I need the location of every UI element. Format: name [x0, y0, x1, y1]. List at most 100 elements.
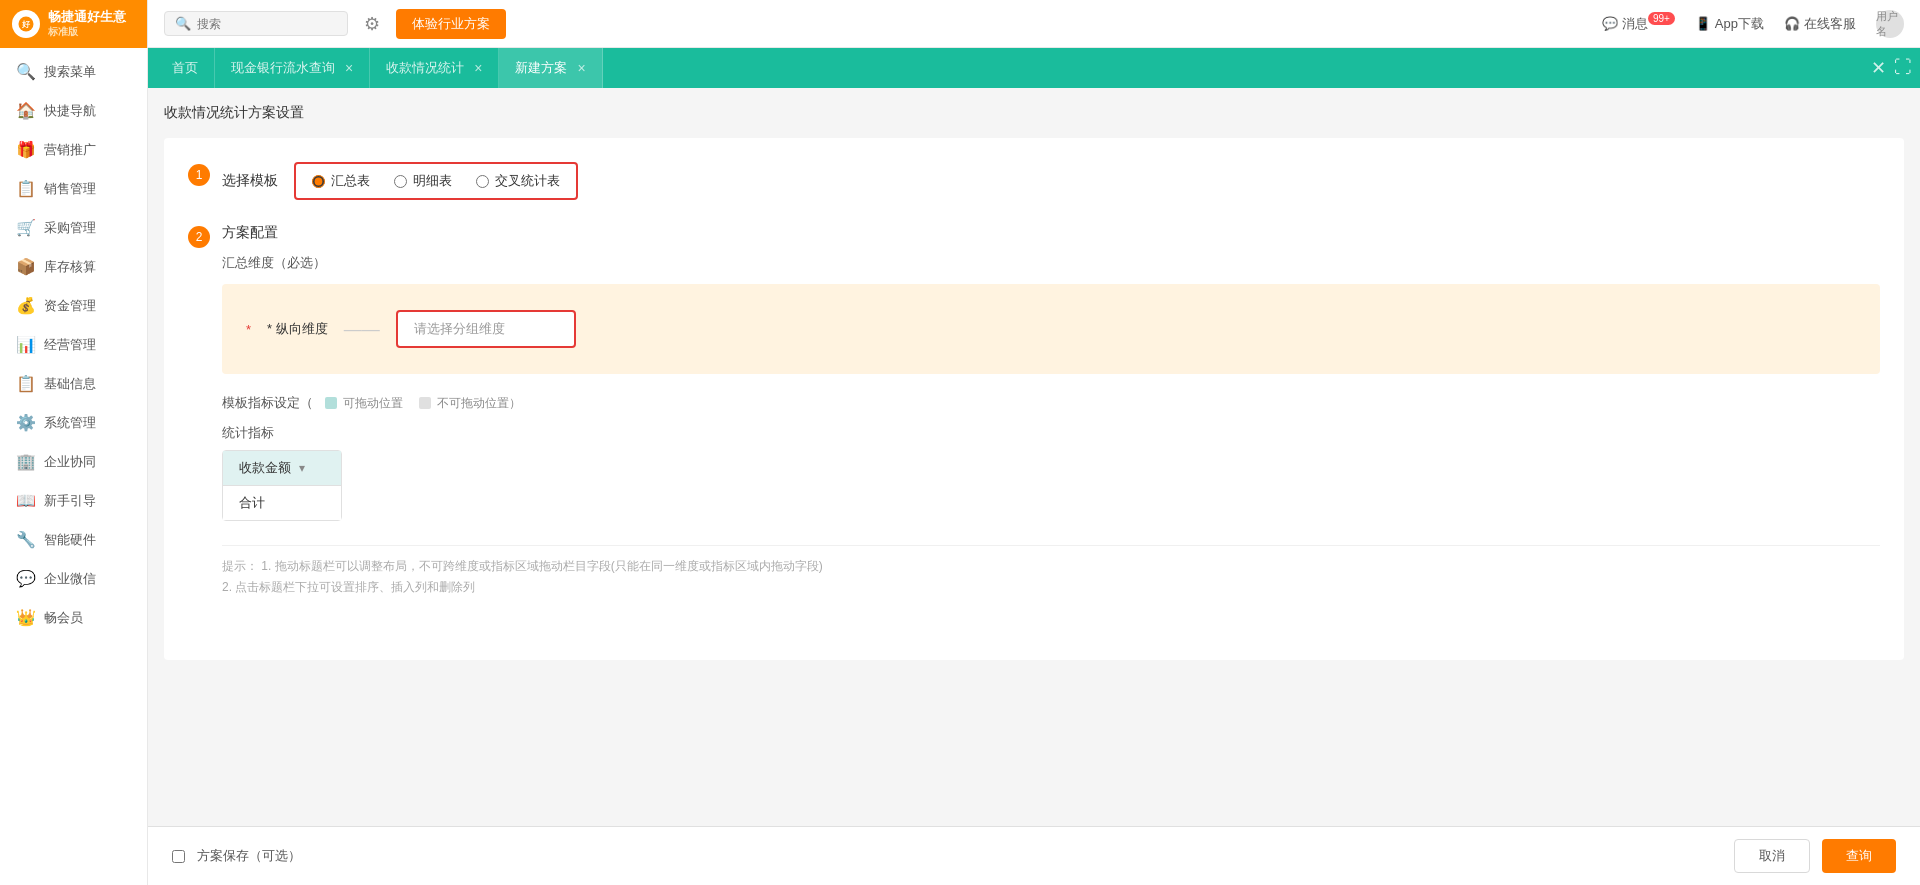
main-area: 🔍 ⚙ 体验行业方案 💬 消息 99+ 📱 App下载 🎧 在线客服 用户名 [148, 0, 1920, 885]
sidebar-item-member[interactable]: 👑 畅会员 [0, 598, 147, 637]
sidebar-icon-sales: 📋 [16, 179, 36, 198]
tab-bank-flow[interactable]: 现金银行流水查询× [215, 48, 370, 88]
sidebar-item-system[interactable]: ⚙️系统管理 [0, 403, 147, 442]
sidebar-label-member: 畅会员 [44, 609, 83, 627]
row-dimension-label: * 纵向维度 [267, 320, 328, 338]
dimension-placeholder: 请选择分组维度 [414, 321, 505, 336]
sidebar-nav: 🔍 搜索菜单 🏠 快捷导航 🎁 营销推广 📋 销售管理 🛒采购管理 📦 库存核算 💰资金管理 📊 经营管理… [0, 48, 147, 885]
sidebar-icon-inventory: 📦 [16, 257, 36, 276]
sidebar-label-basic-info: 基础信息 [44, 375, 96, 393]
tip-2: 2. 点击标题栏下拉可设置排序、插入列和删除列 [222, 579, 1880, 596]
metrics-table: 收款金额 ▾ 合计 [222, 450, 342, 521]
sidebar-icon-member: 👑 [16, 608, 36, 627]
sidebar-item-purchase[interactable]: 🛒采购管理 [0, 208, 147, 247]
tab-new-plan[interactable]: 新建方案 × [499, 48, 602, 88]
tab-label-home: 首页 [172, 59, 198, 77]
sidebar-item-smart-hw[interactable]: 🔧 智能硬件 [0, 520, 147, 559]
dimension-area: * * 纵向维度 —— 请选择分组维度 [222, 284, 1880, 374]
sidebar-label-purchase: 采购管理 [44, 219, 96, 237]
download-icon: 📱 [1695, 16, 1711, 31]
metrics-col-header[interactable]: 收款金额 ▾ [223, 451, 341, 486]
app-download-btn[interactable]: 📱 App下载 [1695, 15, 1764, 33]
tab-close-new-plan[interactable]: × [577, 60, 585, 76]
sidebar-label-system: 系统管理 [44, 414, 96, 432]
sidebar-label-search-menu: 搜索菜单 [44, 63, 96, 81]
user-avatar[interactable]: 用户名 [1876, 10, 1904, 38]
tips-section: 提示： 1. 拖动标题栏可以调整布局，不可跨维度或指标区域拖动栏目字段(只能在同… [222, 545, 1880, 612]
sidebar-icon-marketing: 🎁 [16, 140, 36, 159]
tabbar-actions: ✕⛶ [1871, 57, 1912, 79]
logo-icon: 好 [12, 10, 40, 38]
query-button[interactable]: 查询 [1822, 839, 1896, 873]
cancel-button[interactable]: 取消 [1734, 839, 1810, 873]
sidebar-icon-basic-info: 📋 [16, 374, 36, 393]
search-input[interactable] [197, 17, 337, 31]
tab-close-receivable-stats[interactable]: × [474, 60, 482, 76]
dimension-selector[interactable]: 请选择分组维度 [396, 310, 576, 348]
topbar-search-box[interactable]: 🔍 [164, 11, 348, 36]
sidebar-label-wechat: 企业微信 [44, 570, 96, 588]
sidebar-item-new-guide[interactable]: 📖新手引导 [0, 481, 147, 520]
tab-close-bank-flow[interactable]: × [345, 60, 353, 76]
tab-label-new-plan: 新建方案 [515, 59, 567, 77]
radio-detail[interactable]: 明细表 [394, 172, 452, 190]
sidebar-item-basic-info[interactable]: 📋 基础信息 [0, 364, 147, 403]
required-marker: * [246, 322, 251, 337]
tab-receivable-stats[interactable]: 收款情况统计 × [370, 48, 499, 88]
notification-badge: 99+ [1648, 12, 1675, 25]
tab-label-receivable-stats: 收款情况统计 [386, 59, 464, 77]
sidebar: 好 畅捷通好生意 标准版 🔍 搜索菜单 🏠 快捷导航 🎁 营销推广 📋 销售管理 🛒采购管理 📦 库… [0, 0, 148, 885]
radio-detail-label: 明细表 [413, 172, 452, 190]
step1: 1 选择模板 汇总表 明细表 [188, 162, 1880, 200]
sidebar-label-quick-nav: 快捷导航 [44, 102, 96, 120]
svg-text:好: 好 [21, 20, 31, 29]
metrics-config: 模板指标设定（ 可拖动位置 不可拖动位置） [222, 394, 1880, 521]
step1-num: 1 [188, 164, 210, 186]
sidebar-label-sales: 销售管理 [44, 180, 96, 198]
notification-btn[interactable]: 💬 消息 99+ [1602, 15, 1675, 33]
main-content: 收款情况统计方案设置 1 选择模板 汇总表 [148, 88, 1920, 826]
sidebar-item-enterprise[interactable]: 🏢企业协同 [0, 442, 147, 481]
industry-btn[interactable]: 体验行业方案 [396, 9, 506, 39]
tab-expand-icon[interactable]: ⛶ [1894, 57, 1912, 79]
sidebar-label-operations: 经营管理 [44, 336, 96, 354]
sidebar-label-marketing: 营销推广 [44, 141, 96, 159]
fixed-legend: 不可拖动位置） [419, 395, 521, 412]
support-icon: 🎧 [1784, 16, 1800, 31]
sidebar-icon-operations: 📊 [16, 335, 36, 354]
sidebar-label-inventory: 库存核算 [44, 258, 96, 276]
radio-cross[interactable]: 交叉统计表 [476, 172, 560, 190]
settings-icon[interactable]: ⚙ [364, 13, 380, 35]
metrics-setting-label: 模板指标设定（ [222, 394, 313, 412]
tab-close-all-icon[interactable]: ✕ [1871, 57, 1886, 79]
sidebar-item-marketing[interactable]: 🎁 营销推广 [0, 130, 147, 169]
notification-icon: 💬 [1602, 16, 1618, 31]
metrics-legend: 可拖动位置 不可拖动位置） [325, 395, 521, 412]
tab-home[interactable]: 首页 [156, 48, 215, 88]
sidebar-item-wechat[interactable]: 💬 企业微信 [0, 559, 147, 598]
sidebar-item-inventory[interactable]: 📦 库存核算 [0, 247, 147, 286]
save-checkbox[interactable] [172, 850, 185, 863]
radio-summary[interactable]: 汇总表 [312, 172, 370, 190]
sidebar-icon-quick-nav: 🏠 [16, 101, 36, 120]
template-radio-group: 汇总表 明细表 交叉统计表 [294, 162, 578, 200]
sidebar-label-smart-hw: 智能硬件 [44, 531, 96, 549]
sidebar-item-search-menu[interactable]: 🔍 搜索菜单 [0, 52, 147, 91]
sidebar-logo: 好 畅捷通好生意 标准版 [0, 0, 147, 48]
sidebar-item-finance[interactable]: 💰资金管理 [0, 286, 147, 325]
sidebar-icon-smart-hw: 🔧 [16, 530, 36, 549]
radio-summary-label: 汇总表 [331, 172, 370, 190]
draggable-legend: 可拖动位置 [325, 395, 403, 412]
sidebar-item-quick-nav[interactable]: 🏠 快捷导航 [0, 91, 147, 130]
fixed-dot [419, 397, 431, 409]
sidebar-icon-search-menu: 🔍 [16, 62, 36, 81]
notification-label: 消息 [1622, 15, 1648, 33]
sidebar-icon-wechat: 💬 [16, 569, 36, 588]
step2-num: 2 [188, 226, 210, 248]
support-btn[interactable]: 🎧 在线客服 [1784, 15, 1856, 33]
sidebar-item-operations[interactable]: 📊 经营管理 [0, 325, 147, 364]
sidebar-label-new-guide: 新手引导 [44, 492, 96, 510]
topbar: 🔍 ⚙ 体验行业方案 💬 消息 99+ 📱 App下载 🎧 在线客服 用户名 [148, 0, 1920, 48]
sidebar-item-sales[interactable]: 📋 销售管理 [0, 169, 147, 208]
chevron-down-icon: ▾ [299, 461, 305, 475]
